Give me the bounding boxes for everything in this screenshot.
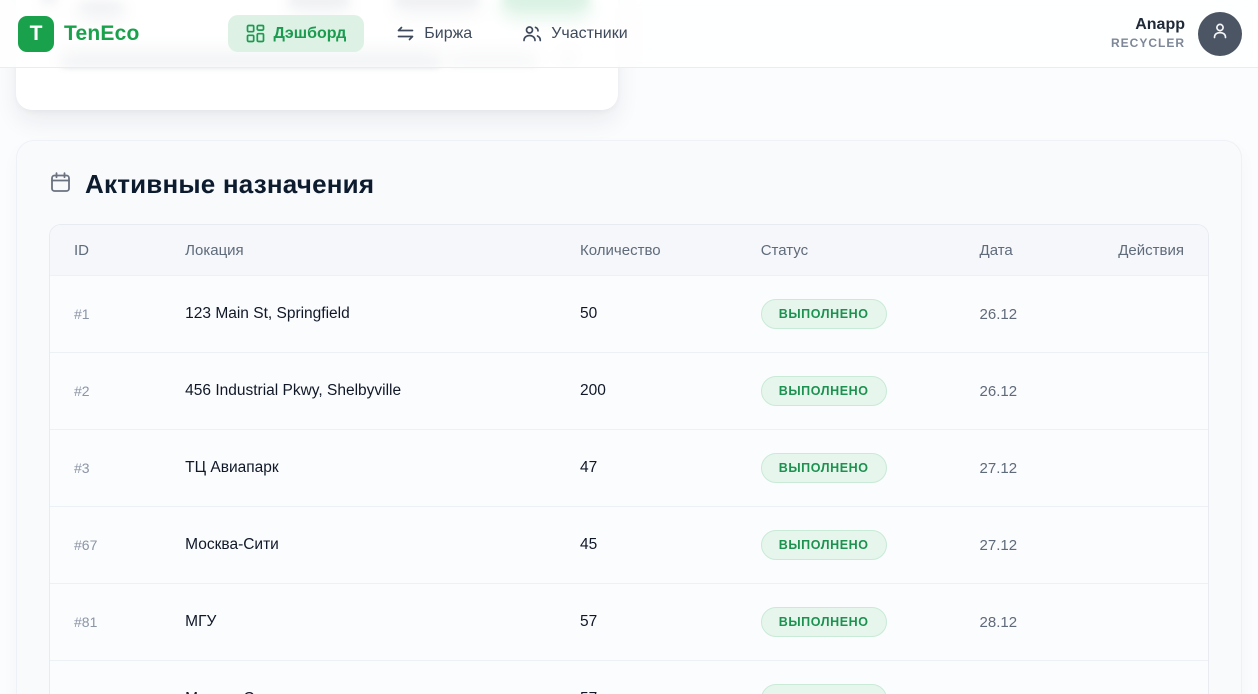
section-header: Активные назначения	[49, 169, 1209, 200]
assignment-date: 26.12	[979, 382, 1018, 400]
status-badge: ВЫПОЛНЕНО	[760, 376, 887, 406]
assignment-location: 123 Main St, Springfield	[185, 305, 350, 322]
table-row: #67 Москва-Сити 45 ВЫПОЛНЕНО 27.12	[50, 506, 1208, 584]
table-row: #81 МГУ 57 ВЫПОЛНЕНО 28.12	[50, 583, 1208, 661]
page-title: Активные назначения	[85, 169, 375, 199]
user-role-badge: RECYCLER	[1110, 36, 1185, 51]
assignment-actions	[1089, 661, 1208, 694]
column-header-status: Статус	[736, 225, 956, 276]
brand-logo-icon: T	[18, 15, 54, 52]
assignment-status: ВЫПОЛНЕНО	[737, 584, 956, 661]
nav-item-label: Участники	[551, 24, 628, 42]
assignment-quantity: 57	[556, 661, 737, 694]
status-badge: ВЫПОЛНЕНО	[760, 607, 887, 637]
assignment-location: МГУ	[185, 613, 217, 630]
assignment-location: ТЦ Авиапарк	[185, 459, 279, 476]
assignment-actions	[1089, 584, 1208, 661]
column-header-quantity: Количество	[556, 225, 737, 276]
assignment-location: Москва-Сити	[185, 536, 279, 553]
main-nav: Дэшборд Биржа Участники	[227, 15, 646, 52]
calendar-icon	[49, 171, 72, 199]
assignment-id: #67	[74, 537, 98, 553]
assignment-status: ВЫПОЛНЕНО	[737, 661, 956, 694]
assignment-quantity: 47	[580, 459, 598, 476]
nav-item-dashboard[interactable]: Дэшборд	[227, 15, 365, 52]
nav-item-label: Биржа	[424, 24, 473, 42]
assignment-status: ВЫПОЛНЕНО	[737, 353, 956, 430]
assignment-actions	[1089, 430, 1208, 507]
table-row: #1 123 Main St, Springfield 50 ВЫПОЛНЕНО…	[50, 275, 1208, 353]
top-navbar: T TenEco Дэшборд Биржа Участники Anapp R…	[0, 0, 1258, 68]
assignment-quantity: 200	[580, 382, 606, 399]
nav-item-participants[interactable]: Участники	[504, 15, 645, 52]
assignment-location: 456 Industrial Pkwy, Shelbyville	[185, 382, 402, 399]
assignment-date: 28.12	[979, 613, 1018, 631]
assignment-actions	[1089, 507, 1208, 584]
user-menu[interactable]: Anapp RECYCLER	[1111, 11, 1242, 56]
assignment-status: ВЫПОЛНЕНО	[737, 507, 956, 584]
status-badge: ВЫПОЛНЕНО	[760, 530, 887, 560]
assignment-date: 28.12	[956, 661, 1089, 694]
column-header-actions: Действия	[1088, 225, 1208, 276]
dashboard-grid-icon	[246, 24, 265, 43]
active-assignments-card: Активные назначения ID Локация Количеств…	[16, 140, 1242, 694]
person-icon	[1209, 20, 1231, 47]
assignment-id: #81	[74, 614, 98, 630]
assignment-date: 27.12	[979, 459, 1018, 477]
assignment-actions	[1089, 353, 1208, 430]
table-row: #82 Москва-Сити 57 ВЫПОЛНЕНО 28.12	[50, 660, 1208, 694]
column-header-id: ID	[50, 225, 162, 276]
nav-item-exchange[interactable]: Биржа	[378, 15, 490, 52]
assignment-date: 27.12	[979, 536, 1018, 554]
assignment-id: #3	[74, 460, 90, 476]
assignment-status: ВЫПОЛНЕНО	[737, 276, 956, 353]
status-badge: ВЫПОЛНЕНО	[760, 684, 887, 694]
assignment-status: ВЫПОЛНЕНО	[737, 430, 956, 507]
assignment-id: #82	[50, 661, 161, 694]
assignment-quantity: 45	[580, 536, 598, 553]
brand-name: TenEco	[64, 21, 140, 45]
exchange-arrows-icon	[396, 24, 415, 43]
status-badge: ВЫПОЛНЕНО	[760, 453, 887, 483]
status-badge: ВЫПОЛНЕНО	[760, 299, 887, 329]
user-info: Anapp RECYCLER	[1111, 15, 1185, 52]
assignments-table-container: ID Локация Количество Статус Дата Действ…	[49, 224, 1209, 694]
nav-item-label: Дэшборд	[273, 24, 347, 42]
assignment-id: #2	[74, 383, 90, 399]
table-row: #2 456 Industrial Pkwy, Shelbyville 200 …	[50, 352, 1208, 430]
table-body: #1 123 Main St, Springfield 50 ВЫПОЛНЕНО…	[50, 275, 1208, 694]
assignment-actions	[1089, 276, 1208, 353]
brand-logo[interactable]: T TenEco	[18, 15, 140, 52]
user-name: Anapp	[1135, 16, 1185, 34]
table-row: #3 ТЦ Авиапарк 47 ВЫПОЛНЕНО 27.12	[50, 429, 1208, 507]
people-icon	[522, 24, 542, 43]
table-header-row: ID Локация Количество Статус Дата Действ…	[50, 225, 1208, 276]
column-header-date: Дата	[955, 225, 1089, 276]
assignment-id: #1	[74, 306, 90, 322]
assignment-date: 26.12	[979, 305, 1018, 323]
assignments-table: ID Локация Количество Статус Дата Действ…	[50, 225, 1208, 694]
assignment-quantity: 57	[580, 613, 598, 630]
assignment-quantity: 50	[580, 305, 598, 322]
column-header-location: Локация	[161, 225, 557, 276]
table-header: ID Локация Количество Статус Дата Действ…	[50, 225, 1208, 276]
assignment-location: Москва-Сити	[161, 661, 556, 694]
user-avatar[interactable]	[1198, 11, 1242, 56]
